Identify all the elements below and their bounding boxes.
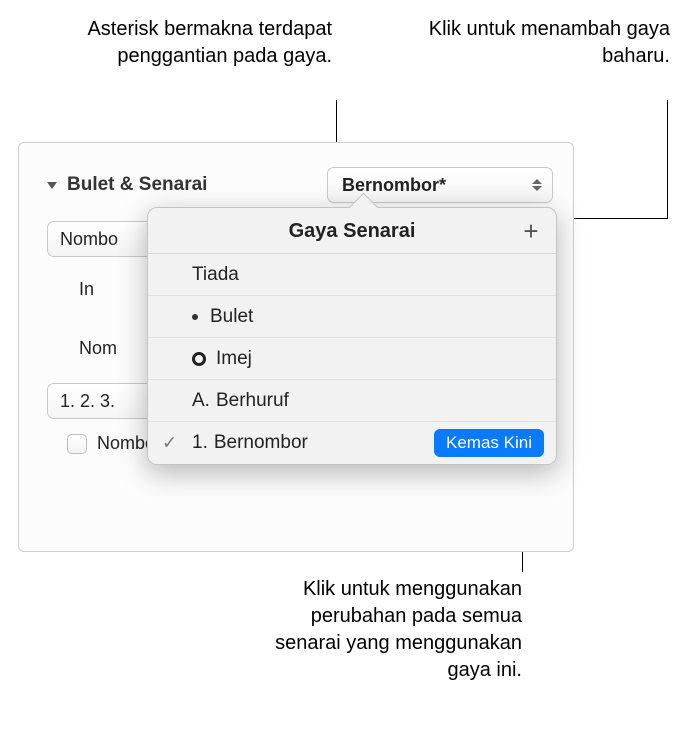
tiered-numbers-checkbox[interactable] [67,434,87,454]
plus-icon: + [523,216,538,247]
image-bullet-icon [192,352,206,366]
chevron-updown-icon [532,179,542,191]
style-item-label: Imej [216,348,252,370]
bullet-icon [192,314,198,320]
format-panel: Bulet & Senarai Bernombor* Nombo In Nom … [18,142,574,552]
style-item-numbered[interactable]: ✓ 1. Bernombor Kemas Kini [148,422,556,464]
disclosure-triangle-icon [47,182,57,189]
add-style-button[interactable]: + [516,216,546,246]
update-style-button[interactable]: Kemas Kini [434,429,544,457]
lettered-prefix: A. [192,390,210,412]
callout-add: Klik untuk menambah gaya baharu. [420,16,670,70]
bullets-lists-header[interactable]: Bulet & Senarai Bernombor* [19,143,573,203]
style-item-label: Bulet [210,306,253,328]
callout-asterisk: Asterisk bermakna terdapat penggantian p… [80,16,332,70]
callout-line-add-v [667,100,668,218]
list-style-selected: Bernombor* [342,175,446,196]
checkmark-icon: ✓ [162,433,177,454]
list-type-value: Nombo [60,229,118,250]
style-item-label: Bernombor [214,432,308,454]
numbered-prefix: 1. [192,432,208,454]
list-styles-popover: Gaya Senarai + Tiada Bulet Imej A. Berhu… [147,207,557,465]
style-item-image[interactable]: Imej [148,338,556,380]
style-item-none[interactable]: Tiada [148,254,556,296]
popover-title-row: Gaya Senarai + [148,208,556,253]
number-format-value: 1. 2. 3. [60,391,115,412]
style-item-bullet[interactable]: Bulet [148,296,556,338]
callout-update: Klik untuk menggunakan perubahan pada se… [262,576,522,684]
style-item-lettered[interactable]: A. Berhuruf [148,380,556,422]
style-item-label: Berhuruf [216,390,289,412]
style-list: Tiada Bulet Imej A. Berhuruf ✓ 1. Bernom… [148,253,556,464]
section-title: Bulet & Senarai [67,174,207,196]
popover-title: Gaya Senarai [289,220,416,242]
style-item-label: Tiada [192,264,239,286]
